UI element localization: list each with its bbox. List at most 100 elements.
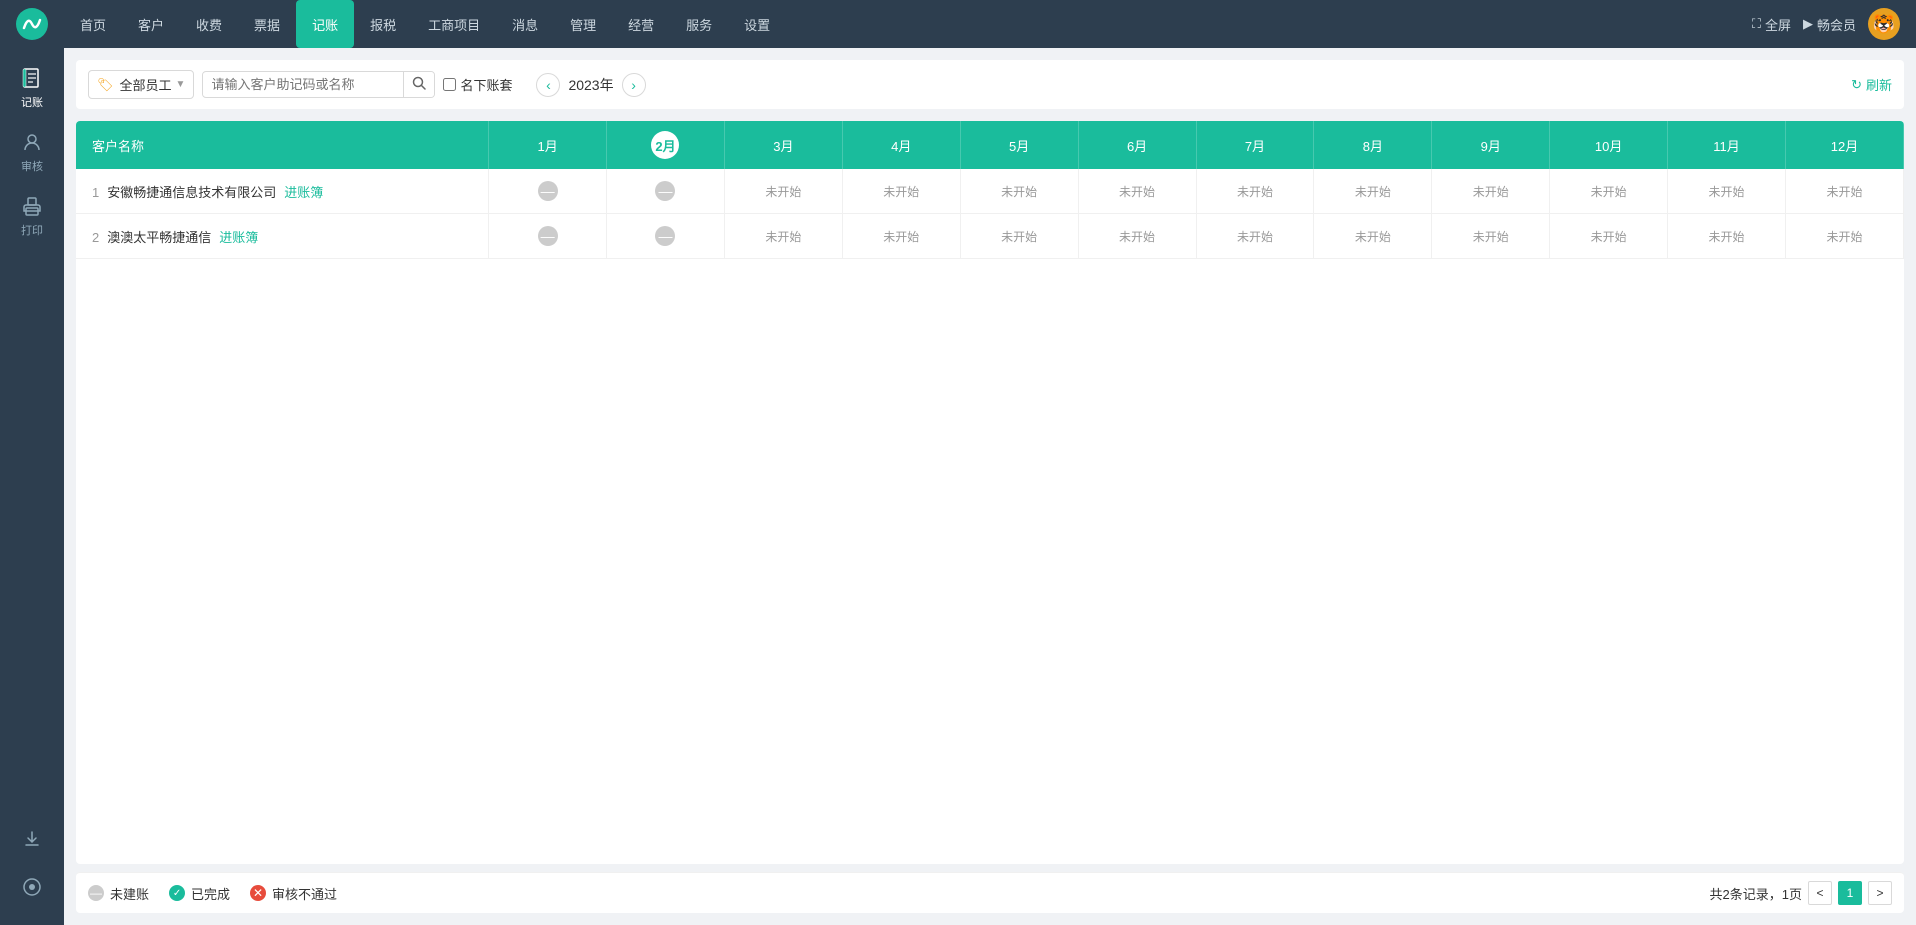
cell-month-4: 未开始 xyxy=(842,169,960,214)
content-area: 🏷 全部员工 ▼ 名下账套 ‹ 2023年 › xyxy=(64,48,1916,925)
year-display: 2023年 xyxy=(568,75,613,95)
logo xyxy=(0,0,64,48)
status-not-started: 未开始 xyxy=(1709,230,1745,244)
status-not-started: 未开始 xyxy=(1591,185,1627,199)
page-1-button[interactable]: 1 xyxy=(1838,881,1862,905)
sidebar-item-chat[interactable] xyxy=(16,865,48,909)
employee-filter[interactable]: 🏷 全部员工 ▼ xyxy=(88,70,194,99)
status-not-started: 未开始 xyxy=(883,185,919,199)
cell-month-5: 未开始 xyxy=(960,214,1078,259)
nav-operations[interactable]: 经营 xyxy=(612,0,670,48)
nav-right: ⛶ 全屏 ▶ 畅会员 🐯 xyxy=(1752,8,1916,40)
nav-items: 首页 客户 收费 票据 记账 报税 工商项目 消息 管理 经营 服务 设置 xyxy=(64,0,1752,48)
bottom-bar: — 未建账 ✓ 已完成 ✕ 审核不通过 共2条记录，1页 < 1 > xyxy=(76,872,1904,913)
search-input[interactable] xyxy=(203,73,403,96)
nav-tax[interactable]: 报税 xyxy=(354,0,412,48)
status-not-started: 未开始 xyxy=(1355,185,1391,199)
pagination-total: 共2条记录，1页 xyxy=(1710,884,1802,903)
status-not-started: 未开始 xyxy=(1001,230,1037,244)
refresh-icon: ↻ xyxy=(1851,77,1862,93)
refresh-button[interactable]: ↻ 刷新 xyxy=(1851,75,1892,94)
sidebar-item-print[interactable]: 打印 xyxy=(0,184,64,248)
fullscreen-label: 全屏 xyxy=(1765,15,1791,34)
status-not-started: 未开始 xyxy=(1355,230,1391,244)
table-body: 1安徽畅捷通信息技术有限公司进账簿——未开始未开始未开始未开始未开始未开始未开始… xyxy=(76,169,1904,259)
sidebar-item-review[interactable]: 审核 xyxy=(0,120,64,184)
col-header-aug: 8月 xyxy=(1314,121,1432,169)
cell-month-12: 未开始 xyxy=(1785,214,1903,259)
nav-home[interactable]: 首页 xyxy=(64,0,122,48)
active-month-circle: 2月 xyxy=(651,131,679,159)
col-header-jan: 1月 xyxy=(489,121,607,169)
status-not-started: 未开始 xyxy=(1826,230,1862,244)
table-container: 客户名称 1月 2月 3月 4月 xyxy=(76,121,1904,864)
sidebar-label-bookkeeping: 记账 xyxy=(21,94,43,110)
cell-month-1: — xyxy=(489,214,607,259)
row-number: 2 xyxy=(92,230,99,245)
status-not-started: 未开始 xyxy=(1237,185,1273,199)
legend-completed: ✓ 已完成 xyxy=(169,884,230,903)
sidebar-item-download[interactable] xyxy=(16,817,48,861)
enter-ledger-link[interactable]: 进账簿 xyxy=(219,230,258,245)
col-header-feb: 2月 xyxy=(607,121,725,169)
status-not-started: 未开始 xyxy=(1473,185,1509,199)
prev-year-button[interactable]: ‹ xyxy=(536,73,560,97)
nav-fee[interactable]: 收费 xyxy=(180,0,238,48)
nav-customer[interactable]: 客户 xyxy=(122,0,180,48)
refresh-label: 刷新 xyxy=(1866,75,1892,94)
company-name: 安徽畅捷通信息技术有限公司 xyxy=(107,185,276,200)
col-header-oct: 10月 xyxy=(1550,121,1668,169)
cell-month-4: 未开始 xyxy=(842,214,960,259)
nav-bookkeeping[interactable]: 记账 xyxy=(296,0,354,48)
not-built-icon: — xyxy=(88,885,104,901)
sidebar-bottom xyxy=(16,817,48,925)
sidebar-item-bookkeeping[interactable]: 记账 xyxy=(0,56,64,120)
cell-month-12: 未开始 xyxy=(1785,169,1903,214)
next-page-button[interactable]: > xyxy=(1868,881,1892,905)
nav-message[interactable]: 消息 xyxy=(496,0,554,48)
status-not-started: 未开始 xyxy=(1473,230,1509,244)
col-header-apr: 4月 xyxy=(842,121,960,169)
pagination: 共2条记录，1页 < 1 > xyxy=(1710,881,1892,905)
status-minus-icon: — xyxy=(538,226,558,246)
sidebar: 记账 审核 打印 xyxy=(0,48,64,925)
status-not-started: 未开始 xyxy=(765,230,801,244)
enter-ledger-link[interactable]: 进账簿 xyxy=(284,185,323,200)
my-accounts-checkbox-label[interactable]: 名下账套 xyxy=(443,75,512,94)
rejected-icon: ✕ xyxy=(250,885,266,901)
bookkeeping-icon xyxy=(20,66,44,90)
search-button[interactable] xyxy=(403,72,434,97)
cell-month-5: 未开始 xyxy=(960,169,1078,214)
prev-page-button[interactable]: < xyxy=(1808,881,1832,905)
checkbox-text: 名下账套 xyxy=(460,75,512,94)
tag-icon: 🏷 xyxy=(97,77,114,93)
cell-month-7: 未开始 xyxy=(1196,169,1314,214)
status-minus-icon: — xyxy=(538,181,558,201)
next-year-button[interactable]: › xyxy=(622,73,646,97)
nav-settings[interactable]: 设置 xyxy=(728,0,786,48)
nav-invoice[interactable]: 票据 xyxy=(238,0,296,48)
col-header-jul: 7月 xyxy=(1196,121,1314,169)
cell-month-11: 未开始 xyxy=(1668,214,1786,259)
cell-name: 2澳澳太平畅捷通信进账簿 xyxy=(76,214,489,259)
cell-month-3: 未开始 xyxy=(724,169,842,214)
cell-month-8: 未开始 xyxy=(1314,169,1432,214)
completed-label: 已完成 xyxy=(191,884,230,903)
legend-not-built: — 未建账 xyxy=(88,884,149,903)
status-not-started: 未开始 xyxy=(1826,185,1862,199)
status-not-started: 未开始 xyxy=(1119,185,1155,199)
cell-month-7: 未开始 xyxy=(1196,214,1314,259)
my-accounts-checkbox[interactable] xyxy=(443,78,456,91)
dropdown-arrow-icon: ▼ xyxy=(176,79,186,90)
nav-service[interactable]: 服务 xyxy=(670,0,728,48)
status-not-started: 未开始 xyxy=(765,185,801,199)
nav-manage[interactable]: 管理 xyxy=(554,0,612,48)
status-minus-icon: — xyxy=(655,226,675,246)
nav-business[interactable]: 工商项目 xyxy=(412,0,496,48)
member-button[interactable]: ▶ 畅会员 xyxy=(1803,15,1856,34)
avatar[interactable]: 🐯 xyxy=(1868,8,1900,40)
main-layout: 记账 审核 打印 xyxy=(0,48,1916,925)
print-icon xyxy=(20,194,44,218)
row-number: 1 xyxy=(92,185,99,200)
fullscreen-button[interactable]: ⛶ 全屏 xyxy=(1752,15,1791,34)
